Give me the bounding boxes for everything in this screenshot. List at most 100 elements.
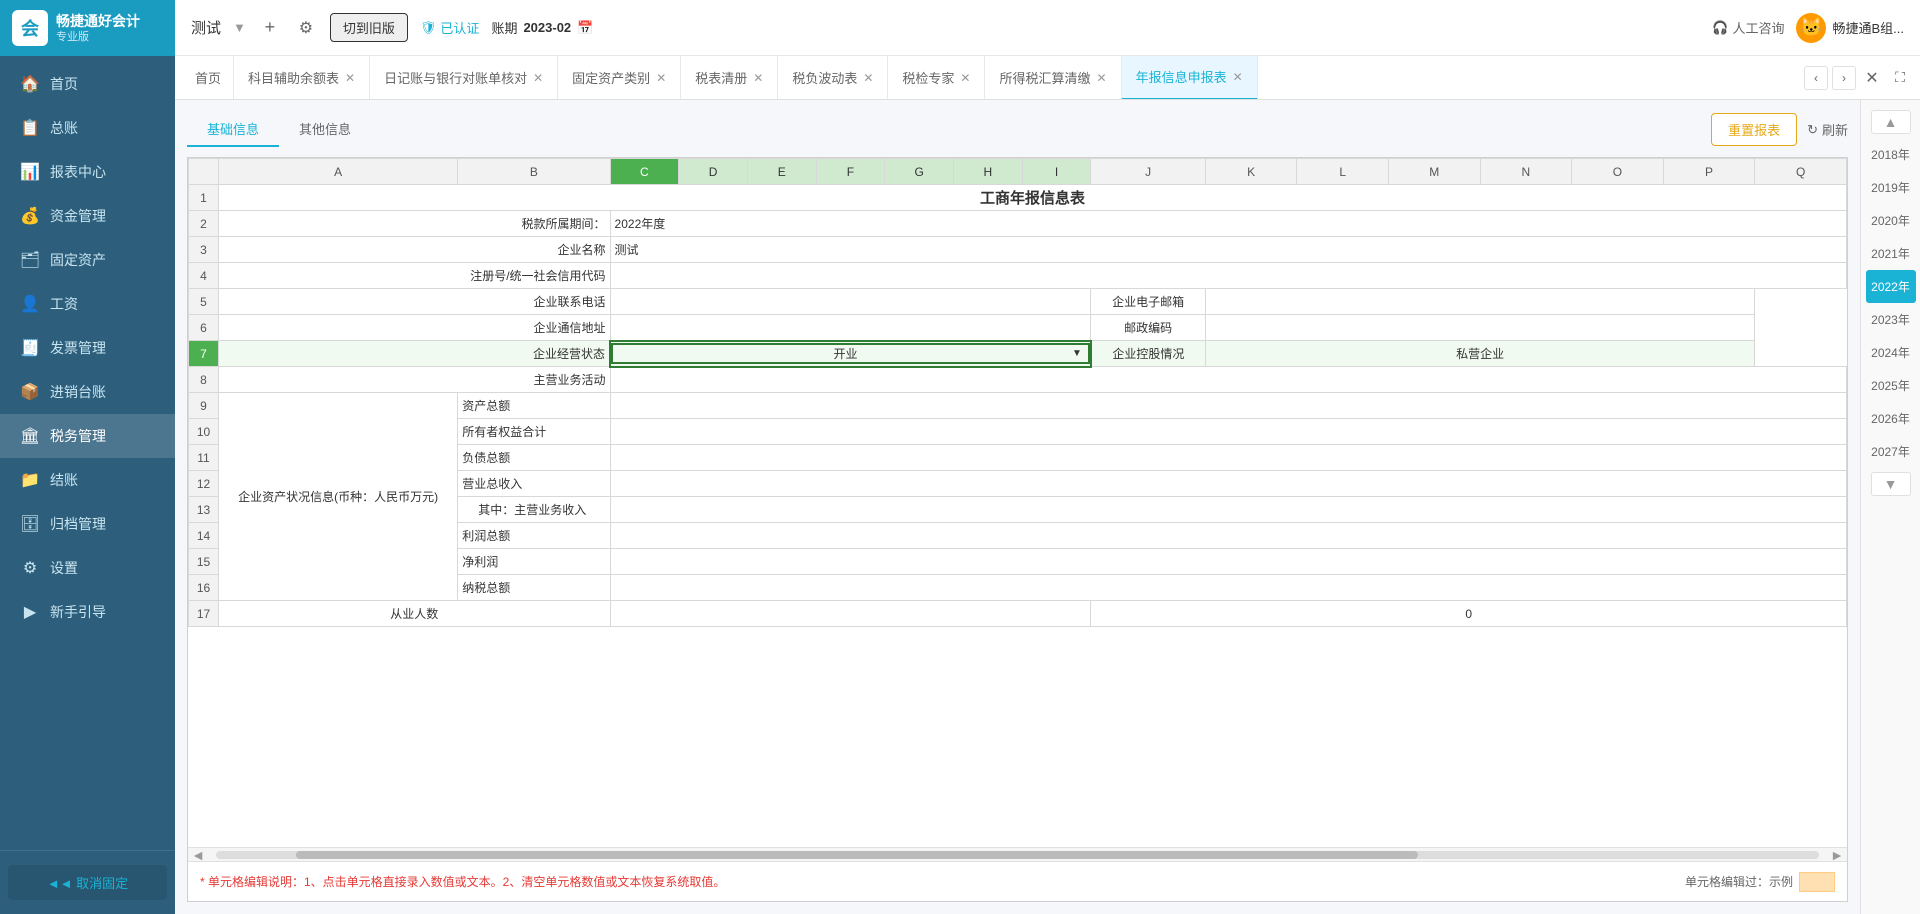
topbar-dropdown-arrow[interactable]: ▼ [233, 20, 246, 35]
tab-close-icon[interactable]: ✕ [1233, 71, 1243, 83]
tab-assets[interactable]: 固定资产类别✕ [558, 56, 681, 100]
tax-icon: 🏛 [20, 426, 40, 446]
sheet-tab-other[interactable]: 其他信息 [279, 112, 371, 147]
row-number: 17 [189, 601, 219, 627]
value-cell[interactable] [610, 263, 1846, 289]
horizontal-scrollbar[interactable]: ◄ ► [188, 847, 1847, 861]
value-cell[interactable] [610, 471, 1846, 497]
hscroll-track[interactable] [216, 851, 1819, 859]
calendar-icon[interactable]: 📅 [577, 20, 593, 36]
value-cell[interactable] [610, 289, 1091, 315]
archive-icon: 🗄 [20, 514, 40, 534]
year-item[interactable]: 2024年 [1866, 336, 1916, 369]
value-cell[interactable] [610, 601, 1091, 627]
value-cell[interactable] [610, 523, 1846, 549]
tab-close-icon[interactable]: ✕ [863, 72, 873, 84]
sidebar-item-ledger[interactable]: 📋 总账 [0, 106, 175, 150]
tab-label: 所得税汇算清缴 [999, 68, 1090, 87]
tab-close-icon[interactable]: ✕ [533, 72, 543, 84]
support-button[interactable]: 🎧 人工咨询 [1712, 18, 1784, 37]
value-cell[interactable] [610, 497, 1846, 523]
dropdown-cell[interactable]: 开业▼ [610, 341, 1091, 367]
sidebar-item-wages[interactable]: 👤 工资 [0, 282, 175, 326]
switch-version-button[interactable]: 切到旧版 [330, 13, 408, 42]
year-item[interactable]: 2026年 [1866, 402, 1916, 435]
value-cell[interactable] [610, 419, 1846, 445]
sidebar-item-assets[interactable]: 🗂 固定资产 [0, 238, 175, 282]
tab-next-button[interactable]: › [1832, 66, 1856, 90]
sheet-actions: 重置报表 ↻ 刷新 [1711, 113, 1848, 146]
year-scroll-down[interactable]: ▼ [1871, 472, 1911, 496]
value-cell[interactable]: 0 [1091, 601, 1847, 627]
sidebar-item-archive[interactable]: 🗄 归档管理 [0, 502, 175, 546]
value-cell[interactable] [610, 367, 1846, 393]
year-item[interactable]: 2021年 [1866, 237, 1916, 270]
value-cell[interactable] [610, 393, 1846, 419]
sidebar-item-settings[interactable]: ⚙ 设置 [0, 546, 175, 590]
row-number: 11 [189, 445, 219, 471]
label-cell: 主营业务活动 [219, 367, 611, 393]
tab-taxcheck[interactable]: 税检专家 ✕ [888, 56, 985, 100]
year-item[interactable]: 2020年 [1866, 204, 1916, 237]
year-item[interactable]: 2022年 [1866, 270, 1916, 303]
tab-close-icon[interactable]: ✕ [960, 72, 970, 84]
sidebar-item-home[interactable]: 🏠 首页 [0, 62, 175, 106]
topbar-gear-icon[interactable]: ⚙ [294, 16, 318, 40]
sidebar-item-label: 首页 [50, 74, 78, 94]
tab-annual[interactable]: 年报信息申报表✕ [1122, 56, 1258, 100]
tab-expand-button[interactable]: ⛶ [1888, 66, 1912, 90]
row-number: 5 [189, 289, 219, 315]
tab-close-icon[interactable]: ✕ [1097, 72, 1107, 84]
sidebar-item-invoices[interactable]: 🧾 发票管理 [0, 326, 175, 370]
value-cell[interactable] [1205, 315, 1754, 341]
year-item[interactable]: 2027年 [1866, 435, 1916, 468]
sidebar-item-tax[interactable]: 🏛 税务管理 [0, 414, 175, 458]
sidebar-item-inventory[interactable]: 📦 进销台账 [0, 370, 175, 414]
hscroll-thumb[interactable] [296, 851, 1418, 859]
value-cell[interactable]: 2022年度 [610, 211, 1846, 237]
value-cell[interactable] [610, 315, 1091, 341]
tab-aux[interactable]: 科目辅助余额表✕ [234, 56, 370, 100]
pin-button[interactable]: ◄◄ 取消固定 [8, 865, 167, 900]
year-item[interactable]: 2025年 [1866, 369, 1916, 402]
col-header-K: K [1205, 159, 1297, 185]
tab-income[interactable]: 所得税汇算清缴 ✕ [985, 56, 1121, 100]
tab-label: 税检专家 [902, 68, 954, 87]
sidebar-item-label: 设置 [50, 558, 78, 578]
col-header-Q: Q [1755, 159, 1847, 185]
spreadsheet-scroll[interactable]: ABCDEFGHIJKLMNOPQ 1工商年报信息表2税款所属期间：2022年度… [188, 158, 1847, 847]
user-menu[interactable]: 🐱 畅捷通B组... [1796, 13, 1904, 43]
reset-report-button[interactable]: 重置报表 [1711, 113, 1797, 146]
tab-close-icon[interactable]: ✕ [753, 72, 763, 84]
sidebar-item-guide[interactable]: ▶ 新手引导 [0, 590, 175, 634]
value-cell[interactable] [1205, 289, 1754, 315]
row-number: 12 [189, 471, 219, 497]
year-item[interactable]: 2019年 [1866, 171, 1916, 204]
label-cell: 净利润 [458, 549, 610, 575]
tab-taxwave[interactable]: 税负波动表✕ [778, 56, 888, 100]
sidebar-item-funds[interactable]: 💰 资金管理 [0, 194, 175, 238]
label-cell: 其中：主营业务收入 [458, 497, 610, 523]
value-cell[interactable]: 私营企业 [1205, 341, 1754, 367]
sheet-tabs: 基础信息其他信息 [187, 112, 371, 147]
year-scroll-up[interactable]: ▲ [1871, 110, 1911, 134]
value-cell[interactable]: 测试 [610, 237, 1846, 263]
refresh-button[interactable]: ↻ 刷新 [1807, 120, 1848, 139]
tab-journal[interactable]: 日记账与银行对账单核对✕ [370, 56, 558, 100]
year-item[interactable]: 2018年 [1866, 138, 1916, 171]
col-header-G: G [885, 159, 954, 185]
value-cell[interactable] [610, 445, 1846, 471]
value-cell[interactable] [610, 549, 1846, 575]
tab-close-all-button[interactable]: ✕ [1860, 66, 1884, 90]
year-item[interactable]: 2023年 [1866, 303, 1916, 336]
value-cell[interactable] [610, 575, 1846, 601]
tab-home[interactable]: 首页 [183, 56, 234, 100]
tab-taxform[interactable]: 税表清册✕ [681, 56, 778, 100]
tab-close-icon[interactable]: ✕ [345, 72, 355, 84]
sidebar-item-reports[interactable]: 📊 报表中心 [0, 150, 175, 194]
topbar-add-button[interactable]: + [258, 16, 282, 40]
sidebar-item-close[interactable]: 📁 结账 [0, 458, 175, 502]
sheet-tab-basic[interactable]: 基础信息 [187, 112, 279, 147]
tab-close-icon[interactable]: ✕ [656, 72, 666, 84]
tab-prev-button[interactable]: ‹ [1804, 66, 1828, 90]
